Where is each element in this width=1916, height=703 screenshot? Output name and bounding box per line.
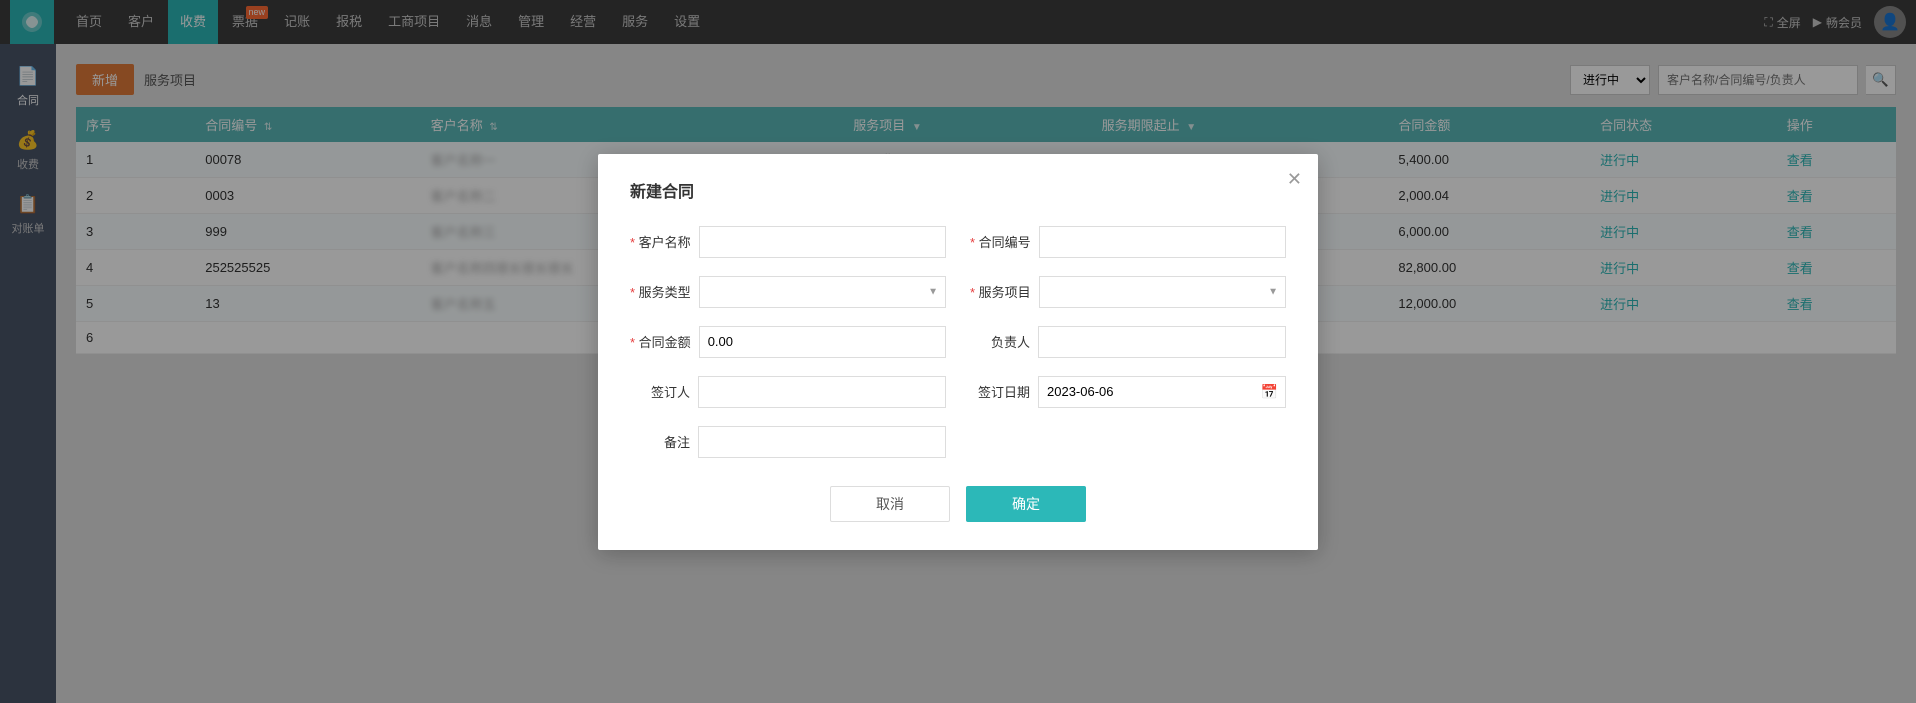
confirm-button[interactable]: 确定 xyxy=(966,486,1086,522)
field-sign-date: 签订日期 xyxy=(970,376,1286,408)
field-customer-name: 客户名称 xyxy=(630,226,946,258)
contract-amount-label: 合同金额 xyxy=(630,332,691,351)
sign-date-input[interactable] xyxy=(1038,376,1286,408)
modal-title: 新建合同 xyxy=(630,178,1286,202)
signatory-label: 签订人 xyxy=(630,382,690,401)
customer-name-label: 客户名称 xyxy=(630,232,691,251)
form-row-3: 合同金额 0.00 负责人 xyxy=(630,326,1286,358)
sign-date-wrapper xyxy=(1038,376,1286,408)
contract-amount-input[interactable]: 0.00 xyxy=(699,326,946,358)
field-responsible-person: 负责人 xyxy=(970,326,1286,358)
modal-footer: 取消 确定 xyxy=(630,486,1286,522)
remark-input[interactable] xyxy=(698,426,946,458)
responsible-person-label: 负责人 xyxy=(970,332,1030,351)
customer-name-input[interactable] xyxy=(699,226,946,258)
contract-number-input[interactable] xyxy=(1039,226,1286,258)
field-service-type: 服务类型 xyxy=(630,276,946,308)
service-type-select[interactable] xyxy=(699,276,946,308)
remark-label: 备注 xyxy=(630,432,690,451)
contract-number-label: 合同编号 xyxy=(970,232,1031,251)
service-type-wrapper xyxy=(699,276,946,308)
service-type-label: 服务类型 xyxy=(630,282,691,301)
field-signatory: 签订人 xyxy=(630,376,946,408)
signatory-input[interactable] xyxy=(698,376,946,408)
service-item-label: 服务项目 xyxy=(970,282,1031,301)
form-row-5: 备注 xyxy=(630,426,1286,458)
field-contract-number: 合同编号 xyxy=(970,226,1286,258)
new-contract-modal: ✕ 新建合同 客户名称 合同编号 服务类型 xyxy=(598,154,1318,550)
sign-date-label: 签订日期 xyxy=(970,382,1030,401)
service-item-select[interactable] xyxy=(1039,276,1286,308)
form-row-4: 签订人 签订日期 xyxy=(630,376,1286,408)
form-row-1: 客户名称 合同编号 xyxy=(630,226,1286,258)
cancel-button[interactable]: 取消 xyxy=(830,486,950,522)
field-remark: 备注 xyxy=(630,426,946,458)
field-contract-amount: 合同金额 0.00 xyxy=(630,326,946,358)
service-item-wrapper xyxy=(1039,276,1286,308)
form-row-2: 服务类型 服务项目 xyxy=(630,276,1286,308)
responsible-person-input[interactable] xyxy=(1038,326,1286,358)
field-service-item: 服务项目 xyxy=(970,276,1286,308)
modal-close-button[interactable]: ✕ xyxy=(1287,170,1302,188)
modal-overlay: ✕ 新建合同 客户名称 合同编号 服务类型 xyxy=(0,0,1916,703)
